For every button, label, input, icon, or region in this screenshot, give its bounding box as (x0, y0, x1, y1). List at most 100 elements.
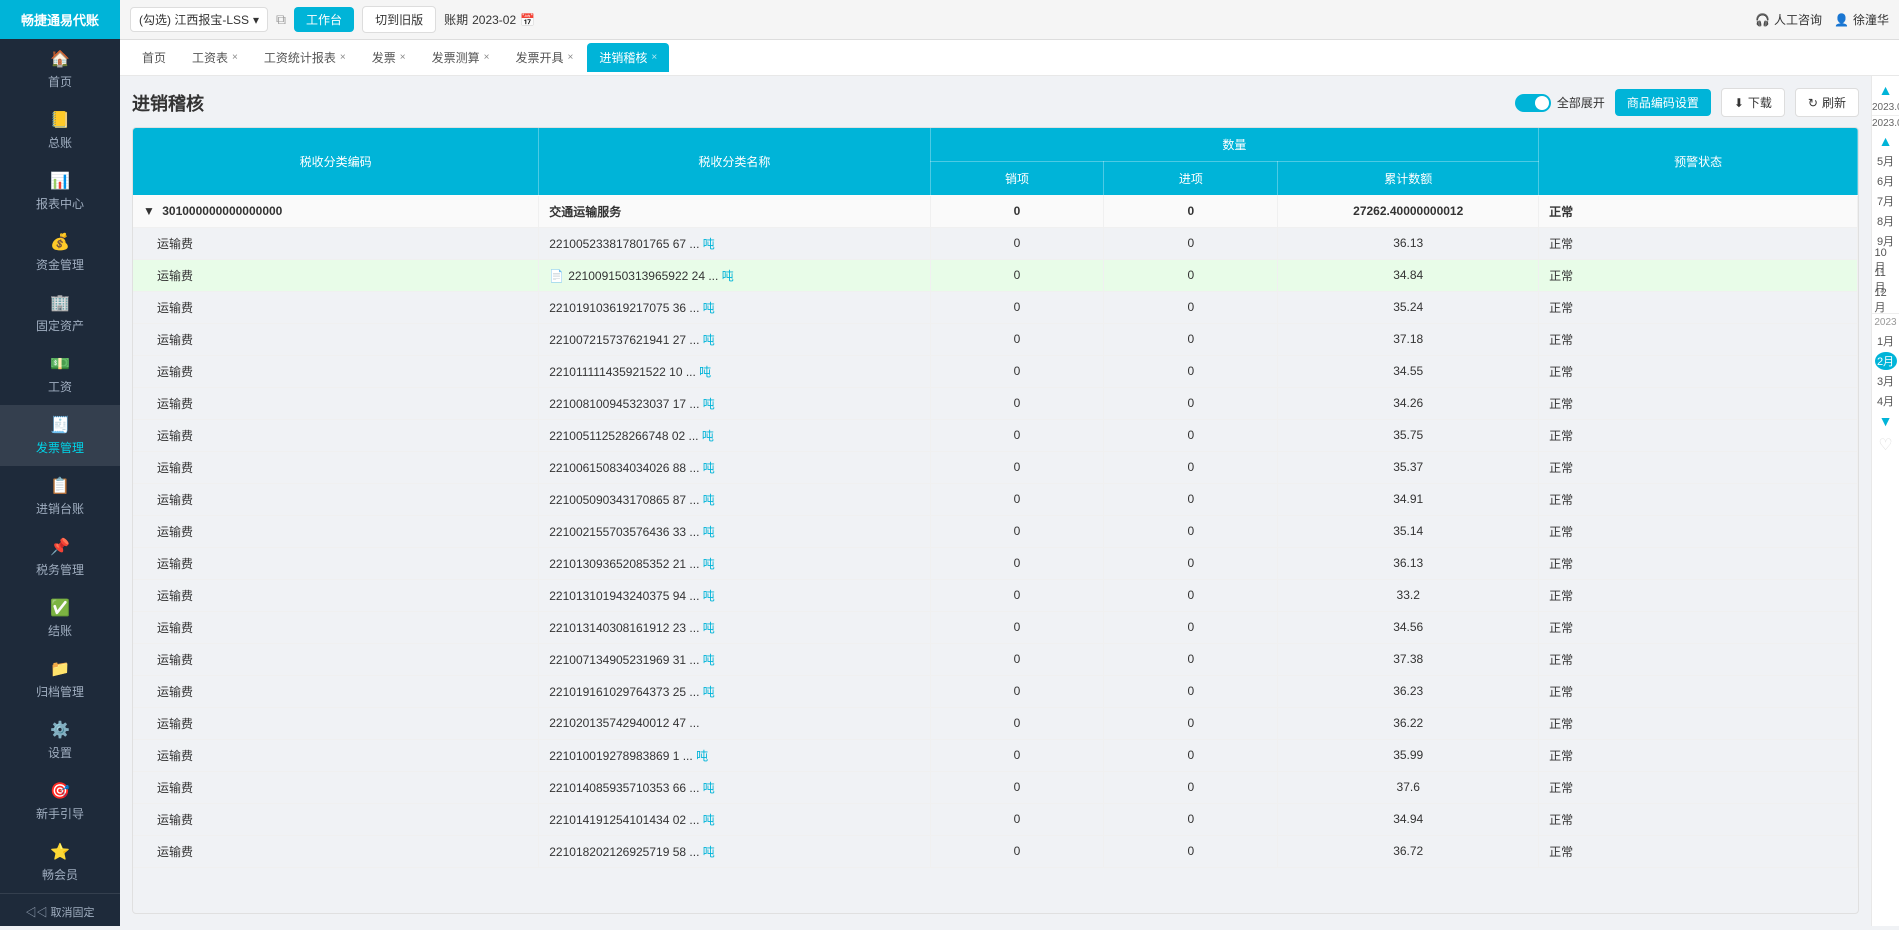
row-unit-cell[interactable]: 吨 (703, 397, 715, 411)
row-unit-cell[interactable]: 吨 (703, 333, 715, 347)
row-unit-cell[interactable]: 吨 (699, 365, 711, 379)
data-table-container: 税收分类编码 税收分类名称 数量 预警状态 销项 进项 累计数额 ▼ (132, 127, 1859, 914)
tab-invoice-close[interactable]: × (400, 52, 406, 63)
row-unit-cell[interactable]: 吨 (703, 781, 715, 795)
sidebar-item-tax[interactable]: 📌 税务管理 (0, 527, 120, 588)
row-purchase-cell: 0 (1104, 739, 1278, 771)
row-invoice-cell: 221007215737621941 27 ... 吨 (539, 323, 930, 355)
row-sales-cell: 0 (930, 803, 1104, 835)
row-cumulative-cell: 34.55 (1278, 355, 1539, 387)
row-status-cell: 正常 (1539, 291, 1858, 323)
sidebar-item-capital[interactable]: 💰 资金管理 (0, 222, 120, 283)
th-code: 税收分类编码 (133, 128, 539, 195)
sidebar-item-invoice[interactable]: 🧾 发票管理 (0, 405, 120, 466)
download-button[interactable]: ⬇ 下载 (1721, 88, 1785, 117)
salary-icon: 💵 (50, 354, 70, 374)
row-unit-cell[interactable]: 吨 (703, 237, 715, 251)
row-unit-cell[interactable]: 吨 (703, 653, 715, 667)
period-value: 2023-02 (472, 13, 516, 27)
row-name-cell: 运输费 (133, 451, 539, 483)
sidebar-item-label: 税务管理 (36, 561, 84, 578)
row-sales-cell: 0 (930, 579, 1104, 611)
row-purchase-cell: 0 (1104, 675, 1278, 707)
sidebar-item-sales-ledger[interactable]: 📋 进销台账 (0, 466, 120, 527)
row-unit-cell[interactable]: 吨 (696, 749, 708, 763)
row-unit-cell[interactable]: 吨 (703, 461, 715, 475)
month-button[interactable]: 12月 (1875, 292, 1897, 310)
row-invoice-cell: 221005233817801765 67 ... 吨 (539, 227, 930, 259)
category-sales-cell: 0 (930, 195, 1104, 227)
sidebar-item-guide[interactable]: 🎯 新手引导 (0, 771, 120, 832)
workbench-button[interactable]: 工作台 (294, 7, 354, 32)
row-unit-cell[interactable]: 吨 (703, 557, 715, 571)
tab-salary-label: 工资表 (192, 49, 228, 66)
support-button[interactable]: 🎧 人工咨询 (1755, 11, 1822, 28)
tab-home[interactable]: 首页 (130, 43, 178, 72)
month-button[interactable]: 7月 (1875, 192, 1897, 210)
sidebar-item-archive[interactable]: 📁 归档管理 (0, 649, 120, 710)
sidebar-item-label: 归档管理 (36, 683, 84, 700)
month-button[interactable]: 4月 (1875, 392, 1897, 410)
refresh-icon: ↻ (1808, 96, 1818, 110)
tab-salary-close[interactable]: × (232, 52, 238, 63)
tab-reconcile[interactable]: 进销稽核 × (587, 43, 669, 72)
row-unit-cell[interactable]: 吨 (703, 525, 715, 539)
sidebar-item-ledger[interactable]: 📒 总账 (0, 100, 120, 161)
table-row: 运输费 221019161029764373 25 ... 吨 0 0 36.2… (133, 675, 1858, 707)
setting-button[interactable]: 商品编码设置 (1615, 89, 1711, 116)
tab-invoice-calc-close[interactable]: × (484, 52, 490, 63)
period-label: 账期 (444, 11, 468, 28)
sidebar-item-settings[interactable]: ⚙️ 设置 (0, 710, 120, 771)
row-invoice-cell: 221014191254101434 02 ... 吨 (539, 803, 930, 835)
toggle-all-switch[interactable] (1515, 94, 1551, 112)
tab-invoice[interactable]: 发票 × (360, 43, 418, 72)
pin-toggle[interactable]: ◁◁ 取消固定 (0, 893, 120, 930)
refresh-button[interactable]: ↻ 刷新 (1795, 88, 1859, 117)
row-unit-cell[interactable]: 吨 (703, 493, 715, 507)
copy-icon[interactable]: ⧉ (276, 11, 286, 28)
row-unit-cell[interactable]: 吨 (703, 813, 715, 827)
row-purchase-cell: 0 (1104, 227, 1278, 259)
row-unit-cell[interactable]: 吨 (703, 845, 715, 859)
sidebar-item-report[interactable]: 📊 报表中心 (0, 161, 120, 222)
tab-reconcile-close[interactable]: × (651, 52, 657, 63)
tab-salary[interactable]: 工资表 × (180, 43, 250, 72)
row-unit-cell[interactable]: 吨 (703, 685, 715, 699)
th-name: 税收分类名称 (539, 128, 930, 195)
company-selector[interactable]: (勾选) 江西报宝-LSS ▾ (130, 7, 268, 32)
month-button[interactable]: 1月 (1875, 332, 1897, 350)
calendar-icon[interactable]: 📅 (520, 13, 535, 27)
switch-button[interactable]: 切到旧版 (362, 6, 436, 33)
month-button[interactable]: 5月 (1875, 152, 1897, 170)
row-unit-cell[interactable]: 吨 (703, 301, 715, 315)
expand-icon[interactable]: ▼ (143, 204, 155, 218)
row-unit-cell[interactable]: 吨 (702, 429, 714, 443)
panel-scroll-up[interactable]: ▲ (1877, 80, 1895, 100)
tab-invoice-open[interactable]: 发票开具 × (503, 43, 585, 72)
user-menu[interactable]: 👤 徐潼华 (1834, 11, 1889, 28)
row-unit-cell[interactable]: 吨 (703, 621, 715, 635)
row-unit-cell[interactable]: 吨 (722, 269, 734, 283)
sidebar-item-salary[interactable]: 💵 工资 (0, 344, 120, 405)
month-button[interactable]: 2月 (1875, 352, 1897, 370)
row-unit-cell[interactable]: 吨 (703, 589, 715, 603)
month-nav-down[interactable]: ▼ (1877, 411, 1895, 431)
row-status-cell: 正常 (1539, 515, 1858, 547)
row-invoice-cell: 221005112528266748 02 ... 吨 (539, 419, 930, 451)
month-button[interactable]: 6月 (1875, 172, 1897, 190)
tab-invoice-open-close[interactable]: × (567, 52, 573, 63)
tab-invoice-calc[interactable]: 发票测算 × (420, 43, 502, 72)
row-purchase-cell: 0 (1104, 515, 1278, 547)
month-button[interactable]: 3月 (1875, 372, 1897, 390)
sidebar-item-settle[interactable]: ✅ 结账 (0, 588, 120, 649)
tab-salary-report-close[interactable]: × (340, 52, 346, 63)
sidebar-item-asset[interactable]: 🏢 固定资产 (0, 283, 120, 344)
row-status-cell: 正常 (1539, 355, 1858, 387)
sidebar-item-home[interactable]: 🏠 首页 (0, 39, 120, 100)
content-area: 进销稽核 全部展开 商品编码设置 ⬇ 下载 ↻ 刷新 (120, 76, 1899, 926)
row-sales-cell: 0 (930, 547, 1104, 579)
sidebar-item-member[interactable]: ⭐ 畅会员 (0, 832, 120, 893)
month-button[interactable]: 8月 (1875, 212, 1897, 230)
tab-salary-report[interactable]: 工资统计报表 × (252, 43, 358, 72)
month-nav-up[interactable]: ▲ (1877, 131, 1895, 151)
